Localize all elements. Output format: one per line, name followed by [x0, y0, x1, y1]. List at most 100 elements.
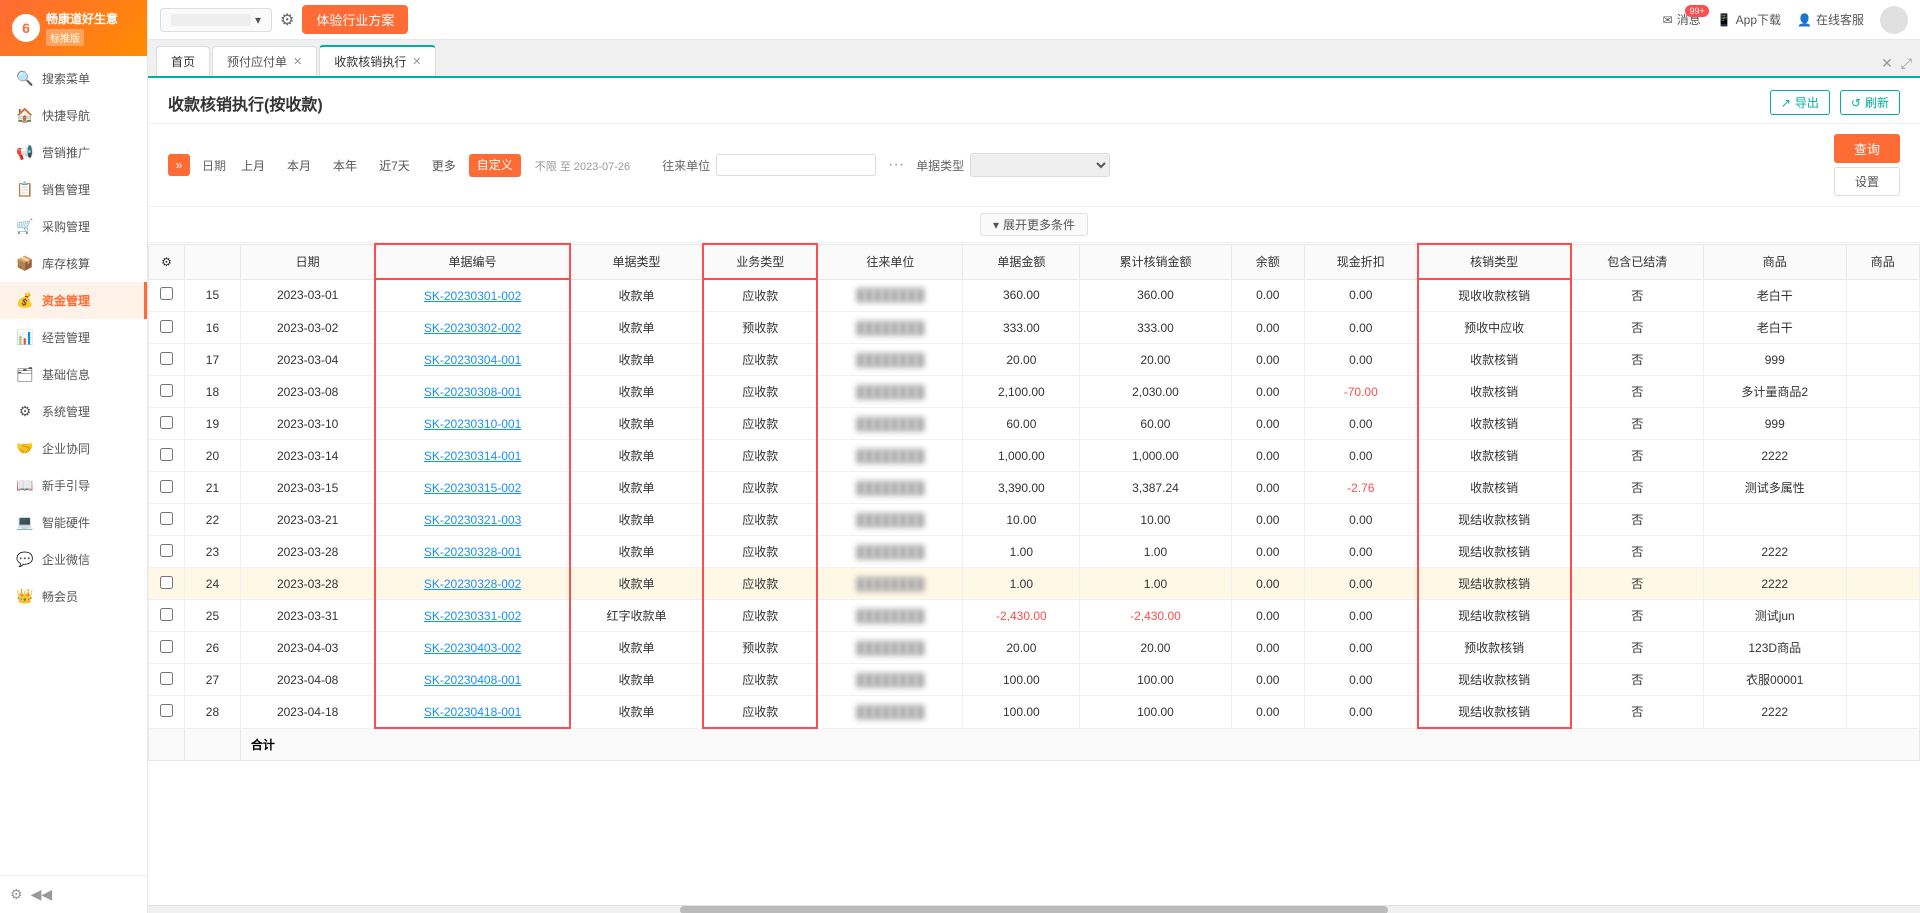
row-checkbox[interactable]	[160, 672, 173, 685]
sidebar-item-finance[interactable]: 💰资金管理	[0, 282, 147, 319]
app-download-button[interactable]: 📱 App下载	[1717, 11, 1781, 28]
table-scrollbar[interactable]	[148, 905, 1920, 913]
filter-date-custom[interactable]: 自定义	[469, 154, 521, 177]
solution-button[interactable]: 体验行业方案	[302, 5, 408, 34]
row-checkbox[interactable]	[160, 287, 173, 300]
cell-checkbox[interactable]	[149, 696, 185, 729]
online-service-button[interactable]: 👤 在线客服	[1797, 11, 1864, 28]
setting-button[interactable]: 设置	[1834, 167, 1900, 196]
topbar-gear-icon[interactable]: ⚙	[280, 10, 294, 30]
cell-bill-no[interactable]: SK-20230328-001	[375, 536, 569, 568]
filter-partner-input[interactable]	[716, 154, 876, 176]
filter-billtype-select[interactable]	[970, 153, 1110, 177]
filter-date-7days[interactable]: 近7天	[370, 154, 419, 177]
tab-maximize-icon[interactable]: ⤢	[1901, 55, 1912, 72]
cell-amount: 1.00	[963, 568, 1080, 600]
cell-checkbox[interactable]	[149, 664, 185, 696]
sidebar-item-hardware[interactable]: 💻智能硬件	[0, 504, 147, 541]
sidebar-item-wechat[interactable]: 💬企业微信	[0, 541, 147, 578]
cell-bill-no[interactable]: SK-20230304-001	[375, 344, 569, 376]
cell-bill-no[interactable]: SK-20230315-002	[375, 472, 569, 504]
cell-bill-no[interactable]: SK-20230418-001	[375, 696, 569, 729]
cell-checkbox[interactable]	[149, 279, 185, 312]
sidebar-item-sales[interactable]: 📋销售管理	[0, 171, 147, 208]
sidebar-item-enterprise[interactable]: 🤝企业协同	[0, 430, 147, 467]
row-checkbox[interactable]	[160, 608, 173, 621]
refresh-button[interactable]: ↺ 刷新	[1840, 90, 1900, 115]
tab-prepay[interactable]: 预付应付单 ✕	[212, 46, 317, 76]
cell-bill-no[interactable]: SK-20230331-002	[375, 600, 569, 632]
expand-label: 展开更多条件	[1003, 216, 1075, 233]
cell-checkbox[interactable]	[149, 504, 185, 536]
collapse-icon[interactable]: ◀◀	[31, 886, 53, 903]
filter-toggle-btn[interactable]: »	[168, 154, 190, 176]
cell-bill-no[interactable]: SK-20230328-002	[375, 568, 569, 600]
row-checkbox[interactable]	[160, 320, 173, 333]
sidebar-item-quicknav[interactable]: 🏠快捷导航	[0, 97, 147, 134]
cell-amount: 1,000.00	[963, 440, 1080, 472]
enterprise-icon: 🤝	[16, 440, 34, 457]
sidebar-item-member[interactable]: 👑畅会员	[0, 578, 147, 615]
cell-goods	[1703, 504, 1846, 536]
cell-bill-no[interactable]: SK-20230403-002	[375, 632, 569, 664]
cell-checkbox[interactable]	[149, 344, 185, 376]
sidebar-item-search[interactable]: 🔍搜索菜单	[0, 60, 147, 97]
table-scroll-thumb[interactable]	[680, 906, 1389, 913]
sidebar-item-basic[interactable]: 🗂基础信息	[0, 356, 147, 393]
cell-bill-no[interactable]: SK-20230308-001	[375, 376, 569, 408]
row-checkbox[interactable]	[160, 704, 173, 717]
export-button[interactable]: ↗ 导出	[1770, 90, 1830, 115]
settings-icon[interactable]: ⚙	[10, 886, 23, 903]
row-checkbox[interactable]	[160, 352, 173, 365]
tab-home[interactable]: 首页	[156, 46, 210, 76]
filter-date-this-year[interactable]: 本年	[324, 154, 366, 177]
filter-date-this-month[interactable]: 本月	[278, 154, 320, 177]
message-button[interactable]: ✉ 消息 99+	[1663, 11, 1701, 28]
tab-collection-close[interactable]: ✕	[412, 55, 421, 68]
row-checkbox[interactable]	[160, 416, 173, 429]
cell-checkbox[interactable]	[149, 632, 185, 664]
sidebar-item-operations[interactable]: 📊经营管理	[0, 319, 147, 356]
row-checkbox[interactable]	[160, 512, 173, 525]
sidebar-item-inventory[interactable]: 📦库存核算	[0, 245, 147, 282]
cell-bill-no[interactable]: SK-20230302-002	[375, 312, 569, 344]
tab-prepay-close[interactable]: ✕	[293, 55, 302, 68]
cell-bill-no[interactable]: SK-20230408-001	[375, 664, 569, 696]
col-settings[interactable]: ⚙	[149, 244, 185, 279]
expand-more-btn[interactable]: ▾ 展开更多条件	[980, 213, 1088, 236]
cell-checkbox[interactable]	[149, 376, 185, 408]
row-checkbox[interactable]	[160, 384, 173, 397]
cell-checkbox[interactable]	[149, 440, 185, 472]
cell-amount: 100.00	[963, 696, 1080, 729]
cell-bill-no[interactable]: SK-20230301-002	[375, 279, 569, 312]
cell-checkbox[interactable]	[149, 600, 185, 632]
cell-bill-no[interactable]: SK-20230321-003	[375, 504, 569, 536]
sidebar-item-system[interactable]: ⚙系统管理	[0, 393, 147, 430]
tab-collection[interactable]: 收款核销执行 ✕	[319, 45, 436, 76]
cell-checkbox[interactable]	[149, 312, 185, 344]
user-avatar[interactable]	[1880, 6, 1908, 34]
cell-bill-no[interactable]: SK-20230314-001	[375, 440, 569, 472]
filter-more-dots[interactable]: ···	[888, 156, 904, 174]
tab-close-all-icon[interactable]: ✕	[1881, 55, 1893, 72]
workspace-selector[interactable]: ▾	[160, 8, 272, 32]
cell-date: 2023-03-28	[240, 536, 375, 568]
row-checkbox[interactable]	[160, 544, 173, 557]
filter-date-more[interactable]: 更多	[423, 154, 465, 177]
cell-checkbox[interactable]	[149, 408, 185, 440]
cell-checkbox[interactable]	[149, 568, 185, 600]
cell-date: 2023-03-28	[240, 568, 375, 600]
sidebar-item-marketing[interactable]: 📢营销推广	[0, 134, 147, 171]
row-checkbox[interactable]	[160, 480, 173, 493]
cell-amount: -2,430.00	[963, 600, 1080, 632]
cell-bill-no[interactable]: SK-20230310-001	[375, 408, 569, 440]
cell-checkbox[interactable]	[149, 536, 185, 568]
query-button[interactable]: 查询	[1834, 134, 1900, 163]
row-checkbox[interactable]	[160, 448, 173, 461]
sidebar-item-guide[interactable]: 📖新手引导	[0, 467, 147, 504]
filter-date-prev-month[interactable]: 上月	[232, 154, 274, 177]
row-checkbox[interactable]	[160, 576, 173, 589]
cell-checkbox[interactable]	[149, 472, 185, 504]
sidebar-item-purchase[interactable]: 🛒采购管理	[0, 208, 147, 245]
row-checkbox[interactable]	[160, 640, 173, 653]
